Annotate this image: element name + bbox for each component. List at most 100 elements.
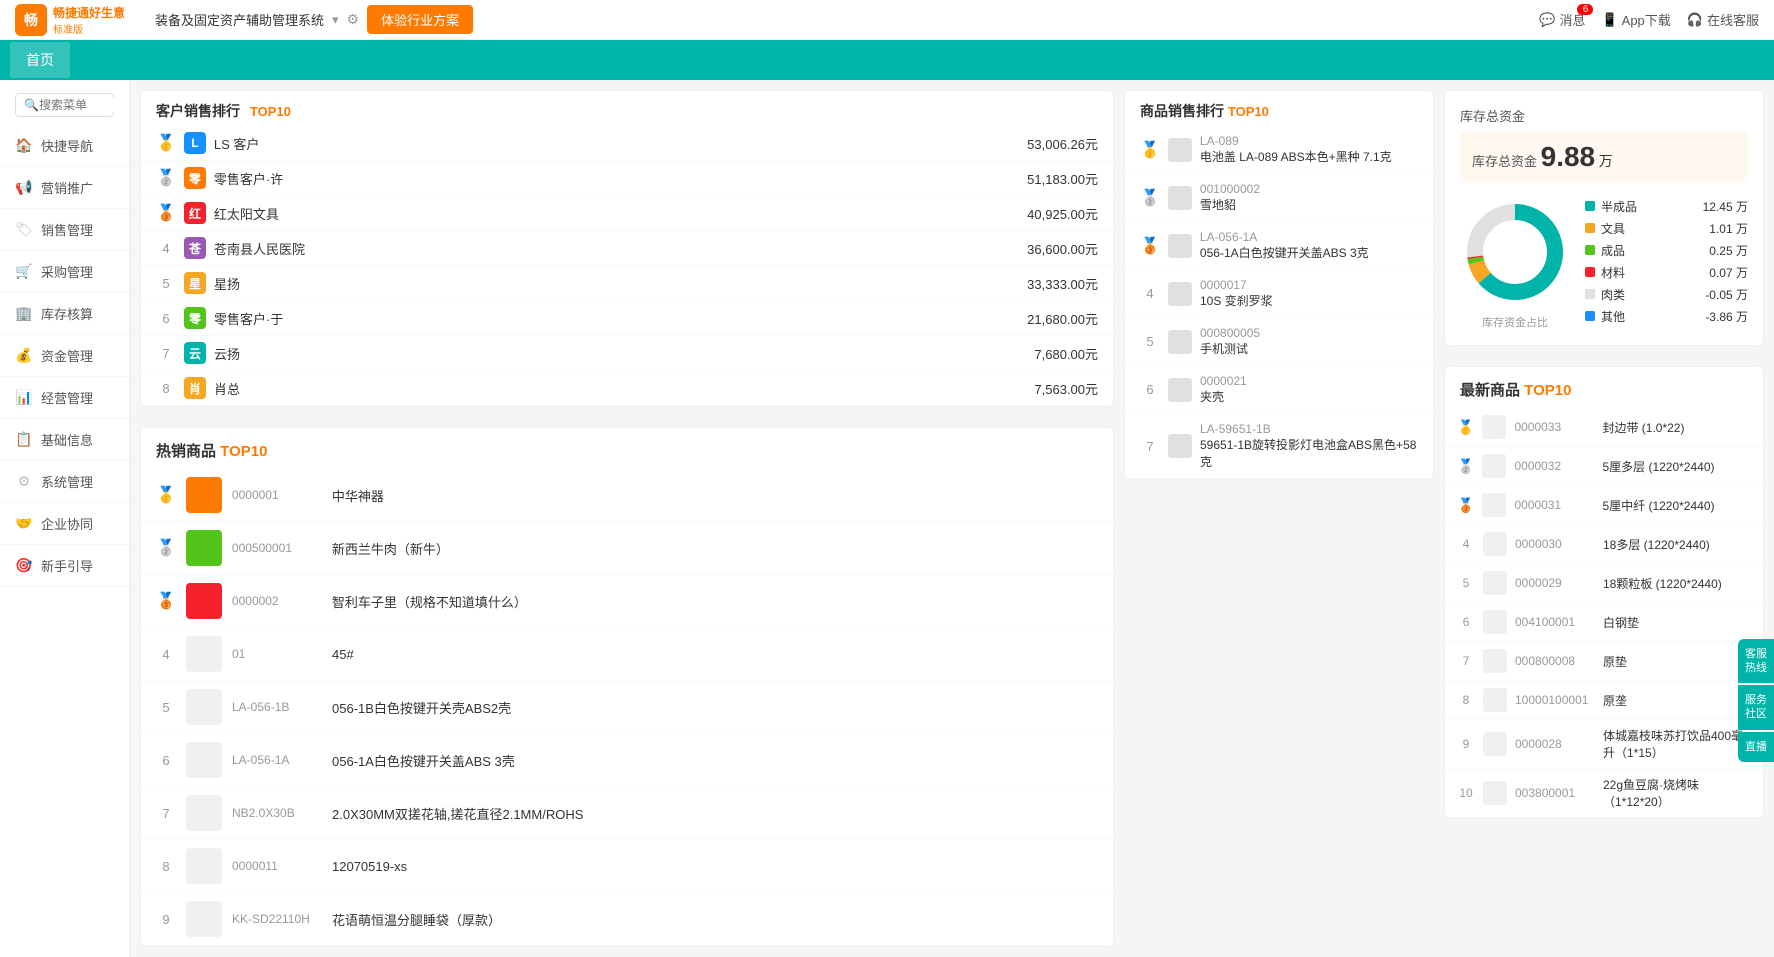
rank-value: 53,006.26元	[1027, 134, 1098, 153]
product-code: KK-SD22110H	[232, 912, 322, 926]
chart-label: 库存资金占比	[1460, 314, 1570, 330]
product-code: LA-59651-1B	[1200, 422, 1418, 436]
product-code: 0000030	[1515, 537, 1595, 551]
product-thumbnail	[1168, 378, 1192, 402]
message-button[interactable]: 💬 消息 6	[1539, 10, 1585, 29]
product-code: 0000028	[1515, 737, 1595, 751]
home-icon: 🏠	[15, 137, 33, 155]
inventory-title: 库存总资金	[1460, 106, 1525, 125]
legend-item: 文具 1.01 万	[1585, 220, 1748, 237]
rank-number: 5	[156, 700, 176, 715]
settings-icon[interactable]: ⚙	[347, 11, 360, 28]
message-badge: 6	[1577, 4, 1593, 15]
live-stream-button[interactable]: 直播	[1738, 732, 1774, 762]
product-code: 004100001	[1515, 615, 1595, 629]
sidebar-item-quick-nav[interactable]: 🏠 快捷导航	[0, 125, 129, 167]
search-input-wrap[interactable]: 🔍	[15, 93, 114, 117]
product-code: 0000033	[1514, 420, 1594, 434]
table-row: 7 LA-59651-1B 59651-1B旋转投影灯电池盒ABS黑色+58克	[1125, 414, 1433, 479]
rank-badge: L	[184, 132, 206, 154]
legend-name: 其他	[1601, 308, 1699, 325]
product-thumbnail	[1482, 415, 1506, 439]
customer-ranking-list[interactable]: 🥇 L LS 客户 53,006.26元 🥈 零 零售客户·许 51,183.0…	[141, 126, 1113, 406]
rank-number: 5	[1457, 576, 1475, 590]
sidebar-item-sales[interactable]: 🏷 销售管理	[0, 209, 129, 251]
product-name: 雪地貂	[1200, 196, 1418, 213]
sidebar-item-basic[interactable]: 📋 基础信息	[0, 419, 129, 461]
sidebar-item-collab[interactable]: 🤝 企业协同	[0, 503, 129, 545]
legend-name: 肉类	[1601, 286, 1699, 303]
rank-number: 5	[156, 276, 176, 291]
rank-badge: 肖	[184, 377, 206, 399]
inventory-unit: 万	[1599, 153, 1613, 169]
legend-name: 成品	[1601, 242, 1703, 259]
product-thumbnail	[1483, 610, 1507, 634]
product-code: 0000001	[232, 488, 322, 502]
trial-button[interactable]: 体验行业方案	[367, 5, 473, 34]
product-name: 45#	[332, 647, 1098, 662]
search-menu-item[interactable]: 🔍	[0, 85, 129, 125]
medal-gold-icon: 🥇	[156, 133, 176, 153]
sidebar-item-guide[interactable]: 🎯 新手引导	[0, 545, 129, 587]
list-item: 4 0000030 18多层 (1220*2440)	[1445, 525, 1763, 564]
product-code: LA-056-1B	[232, 700, 322, 714]
float-buttons: 客服热线 服务社区 直播	[1738, 639, 1774, 762]
product-thumbnail	[186, 583, 222, 619]
sidebar-item-operation[interactable]: 📊 经营管理	[0, 377, 129, 419]
product-name: 056-1B白色按键开关壳ABS2壳	[332, 698, 1098, 717]
legend-item: 其他 -3.86 万	[1585, 308, 1748, 325]
message-icon: 💬	[1539, 12, 1555, 28]
customer-service-button[interactable]: 客服热线	[1738, 639, 1774, 684]
newest-products-list: 🥇 0000033 封边带 (1.0*22) 🥈 0000032 5厘多层 (1…	[1445, 408, 1763, 818]
main-content: 客户销售排行 TOP10 🥇 L LS 客户 53,006.26元 🥈 零	[130, 80, 1774, 957]
sidebar-item-purchase[interactable]: 🛒 采购管理	[0, 251, 129, 293]
product-name: 原垄	[1603, 692, 1751, 709]
medal-bronze-icon: 🥉	[156, 203, 176, 223]
inventory-chart: 库存资金占比 半成品 12.45 万 文具 1.01 万	[1460, 197, 1748, 330]
legend-name: 文具	[1601, 220, 1703, 237]
legend-dot	[1585, 223, 1595, 233]
rank-value: 21,680.00元	[1027, 309, 1098, 328]
sidebar-item-marketing[interactable]: 📢 营销推广	[0, 167, 129, 209]
list-item: 6 LA-056-1A 056-1A白色按键开关盖ABS 3壳	[141, 734, 1113, 787]
customer-ranking-top10: TOP10	[250, 104, 291, 119]
sidebar-item-inventory[interactable]: 🏢 库存核算	[0, 293, 129, 335]
product-code: LA-056-1A	[232, 753, 322, 767]
legend-name: 材料	[1601, 264, 1703, 281]
hot-products-title: 热销商品 TOP10	[141, 428, 1113, 469]
product-name: 花语萌恒温分腿睡袋（厚款）	[332, 910, 1098, 929]
system-selector[interactable]: 装备及固定资产辅助管理系统 ▾ ⚙	[155, 10, 359, 29]
app-download-button[interactable]: 📱 App下载	[1601, 10, 1670, 29]
product-thumbnail	[186, 530, 222, 566]
list-item: 🥇 0000001 中华神器	[141, 469, 1113, 522]
dropdown-arrow-icon[interactable]: ▾	[332, 12, 339, 28]
middle-panel: 商品销售排行 TOP10 🥇 LA-089 电池盖 LA-089 ABS本色+黑…	[1124, 90, 1434, 947]
sidebar-item-finance[interactable]: 💰 资金管理	[0, 335, 129, 377]
legend-val: 0.25 万	[1709, 242, 1748, 259]
service-community-button[interactable]: 服务社区	[1738, 685, 1774, 730]
product-name: 12070519-xs	[332, 859, 1098, 874]
customer-ranking-card: 客户销售排行 TOP10 🥇 L LS 客户 53,006.26元 🥈 零	[140, 90, 1114, 407]
rank-number: 9	[156, 912, 176, 927]
sales-icon: 🏷	[15, 221, 33, 239]
sidebar-label-marketing: 营销推广	[41, 178, 93, 197]
product-thumbnail	[1483, 571, 1507, 595]
mobile-icon: 📱	[1601, 12, 1617, 28]
sidebar-label-inventory: 库存核算	[41, 304, 93, 323]
sidebar-item-system[interactable]: ⚙ 系统管理	[0, 461, 129, 503]
guide-icon: 🎯	[15, 557, 33, 575]
product-name: 10S 变刹罗浆	[1200, 292, 1418, 309]
rank-value: 36,600.00元	[1027, 239, 1098, 258]
list-item: 8 0000011 12070519-xs	[141, 840, 1113, 893]
sidebar-label-system: 系统管理	[41, 472, 93, 491]
online-service-button[interactable]: 🎧 在线客服	[1687, 10, 1759, 29]
rank-name: 红太阳文具	[214, 204, 1019, 223]
hot-products-list: 🥇 0000001 中华神器 🥈 000500001 新西兰牛肉（新牛） 🥉	[141, 469, 1113, 946]
rank-name: 零售客户·于	[214, 309, 1019, 328]
rank-number: 8	[156, 381, 176, 396]
medal-silver-icon: 🥈	[156, 538, 176, 558]
tab-home[interactable]: 首页	[10, 42, 70, 78]
legend-val: 1.01 万	[1709, 220, 1748, 237]
table-row: 🥉 LA-056-1A 056-1A白色按键开关盖ABS 3克	[1125, 222, 1433, 270]
search-input[interactable]	[39, 98, 119, 112]
